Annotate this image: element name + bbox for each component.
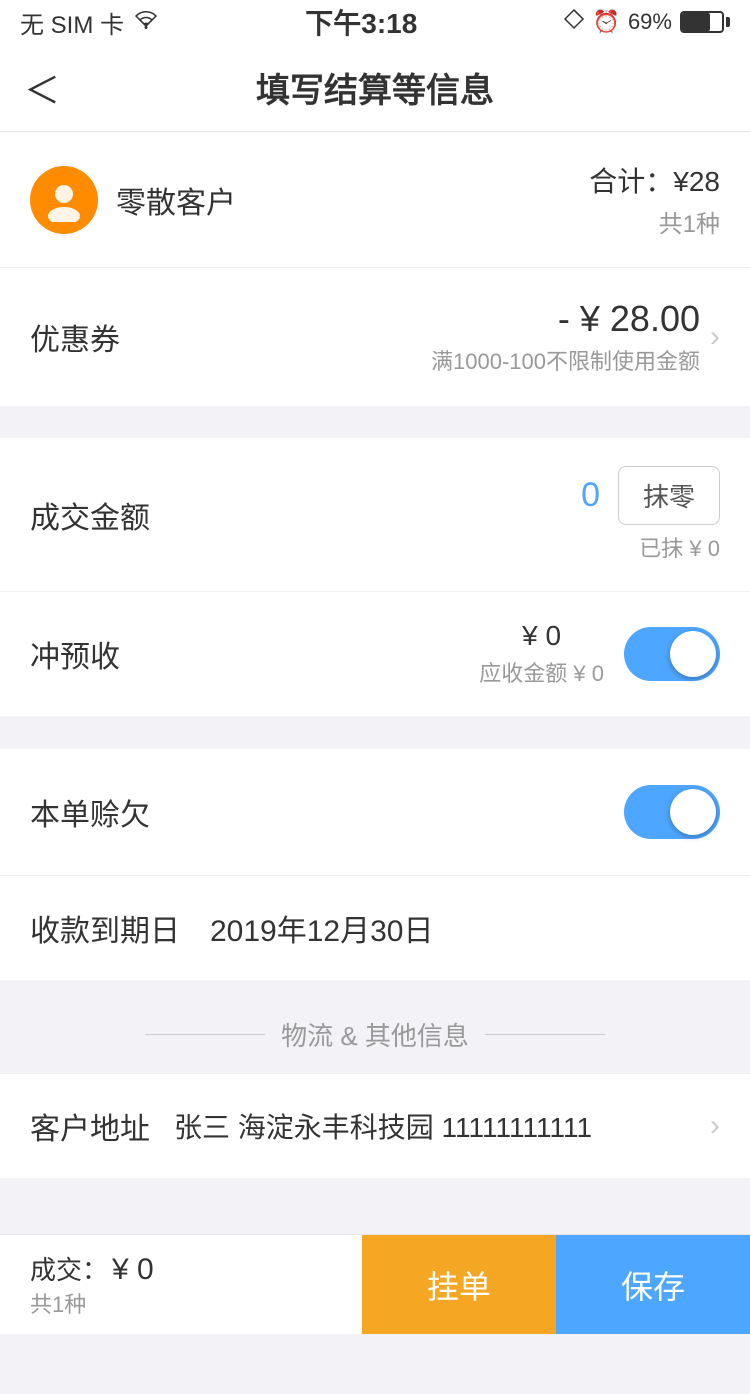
location-icon xyxy=(563,8,585,36)
battery-icon xyxy=(680,11,730,33)
bottom-summary-count: 共1种 xyxy=(30,1287,332,1319)
transaction-value-area: 0 抹零 xyxy=(581,466,720,525)
nav-bar: ＜ 填写结算等信息 xyxy=(0,44,750,132)
due-date-label: 收款到期日 xyxy=(30,906,180,950)
wifi-icon xyxy=(132,8,160,37)
already-zero-text: 已抹 ¥ 0 xyxy=(639,531,720,563)
due-date-row[interactable]: 收款到期日 2019年12月30日 xyxy=(0,875,750,980)
coupon-description: 满1000-100不限制使用金额 xyxy=(431,344,700,376)
coupon-right: - ¥ 28.00 满1000-100不限制使用金额 › xyxy=(431,298,720,376)
bottom-summary: 成交： ¥ 0 共1种 xyxy=(0,1235,362,1334)
total-count: 共1种 xyxy=(589,204,720,239)
total-amount: 合计：¥28 xyxy=(589,160,720,200)
address-value: 张三 海淀永丰科技园 11111111111 xyxy=(174,1106,686,1146)
coupon-info: - ¥ 28.00 满1000-100不限制使用金额 xyxy=(431,298,700,376)
logistics-divider: 物流 & 其他信息 xyxy=(0,996,750,1073)
prepayment-row: 冲预收 ¥ 0 应收金额 ¥ 0 xyxy=(0,592,750,717)
transaction-amount-row: 成交金额 0 抹零 已抹 ¥ 0 xyxy=(0,438,750,592)
coupon-amount: - ¥ 28.00 xyxy=(431,298,700,340)
save-button[interactable]: 保存 xyxy=(556,1235,750,1334)
address-row[interactable]: 客户地址 张三 海淀永丰科技园 11111111111 › xyxy=(0,1073,750,1178)
logistics-label: 物流 & 其他信息 xyxy=(281,1016,469,1053)
prepayment-toggle[interactable] xyxy=(624,627,720,681)
logistics-line-left xyxy=(145,1034,265,1035)
status-bar: 无 SIM 卡 下午3:18 ⏰ 69% xyxy=(0,0,750,44)
save-button-label: 保存 xyxy=(621,1262,685,1308)
due-date-value: 2019年12月30日 xyxy=(210,906,433,950)
address-chevron-icon: › xyxy=(710,1109,720,1143)
credit-toggle[interactable] xyxy=(624,785,720,839)
customer-section: 零散客户 合计：¥28 共1种 优惠券 - ¥ 28.00 满1000-100不… xyxy=(0,132,750,406)
customer-totals: 合计：¥28 共1种 xyxy=(589,160,720,239)
customer-row: 零散客户 合计：¥28 共1种 xyxy=(0,132,750,267)
status-left: 无 SIM 卡 xyxy=(20,5,160,40)
coupon-row[interactable]: 优惠券 - ¥ 28.00 满1000-100不限制使用金额 › xyxy=(0,267,750,406)
battery-percent: 69% xyxy=(628,9,672,35)
prepayment-right: ¥ 0 应收金额 ¥ 0 xyxy=(479,620,720,688)
toggle-knob xyxy=(670,631,716,677)
address-label: 客户地址 xyxy=(30,1104,150,1148)
hold-button[interactable]: 挂单 xyxy=(362,1235,556,1334)
prepayment-label: 冲预收 xyxy=(30,632,120,676)
prepayment-amount: ¥ 0 xyxy=(522,620,561,652)
avatar xyxy=(30,166,98,234)
back-button[interactable]: ＜ xyxy=(24,62,60,114)
hold-button-label: 挂单 xyxy=(427,1262,491,1308)
section-divider-2 xyxy=(0,733,750,749)
transaction-value: 0 xyxy=(581,476,600,515)
page-title: 填写结算等信息 xyxy=(256,63,494,112)
bottom-summary-amount: ¥ 0 xyxy=(112,1253,154,1287)
customer-name: 零散客户 xyxy=(116,178,236,222)
credit-section: 本单赊欠 收款到期日 2019年12月30日 xyxy=(0,749,750,980)
logistics-line-right xyxy=(485,1034,605,1035)
bottom-bar: 成交： ¥ 0 共1种 挂单 保存 xyxy=(0,1234,750,1334)
signal-text: 无 SIM 卡 xyxy=(20,5,124,40)
status-time: 下午3:18 xyxy=(305,2,417,42)
prepayment-receivable: 应收金额 ¥ 0 xyxy=(479,656,604,688)
credit-row: 本单赊欠 xyxy=(0,749,750,875)
logistics-text: 物流 & 其他信息 xyxy=(145,1016,605,1053)
credit-label: 本单赊欠 xyxy=(30,790,150,834)
section-divider-1 xyxy=(0,422,750,438)
user-icon xyxy=(42,178,86,222)
address-section: 客户地址 张三 海淀永丰科技园 11111111111 › xyxy=(0,1073,750,1178)
bottom-summary-top: 成交： xyxy=(30,1250,108,1287)
coupon-chevron-icon: › xyxy=(710,320,720,354)
transaction-section: 成交金额 0 抹零 已抹 ¥ 0 冲预收 ¥ 0 应收金额 ¥ 0 xyxy=(0,438,750,717)
customer-left: 零散客户 xyxy=(30,166,236,234)
prepayment-amounts: ¥ 0 应收金额 ¥ 0 xyxy=(479,620,604,688)
transaction-label: 成交金额 xyxy=(30,493,150,537)
alarm-icon: ⏰ xyxy=(593,9,620,35)
credit-toggle-knob xyxy=(670,789,716,835)
status-right: ⏰ 69% xyxy=(563,8,730,36)
round-zero-button[interactable]: 抹零 xyxy=(618,466,720,525)
coupon-label: 优惠券 xyxy=(30,315,120,359)
